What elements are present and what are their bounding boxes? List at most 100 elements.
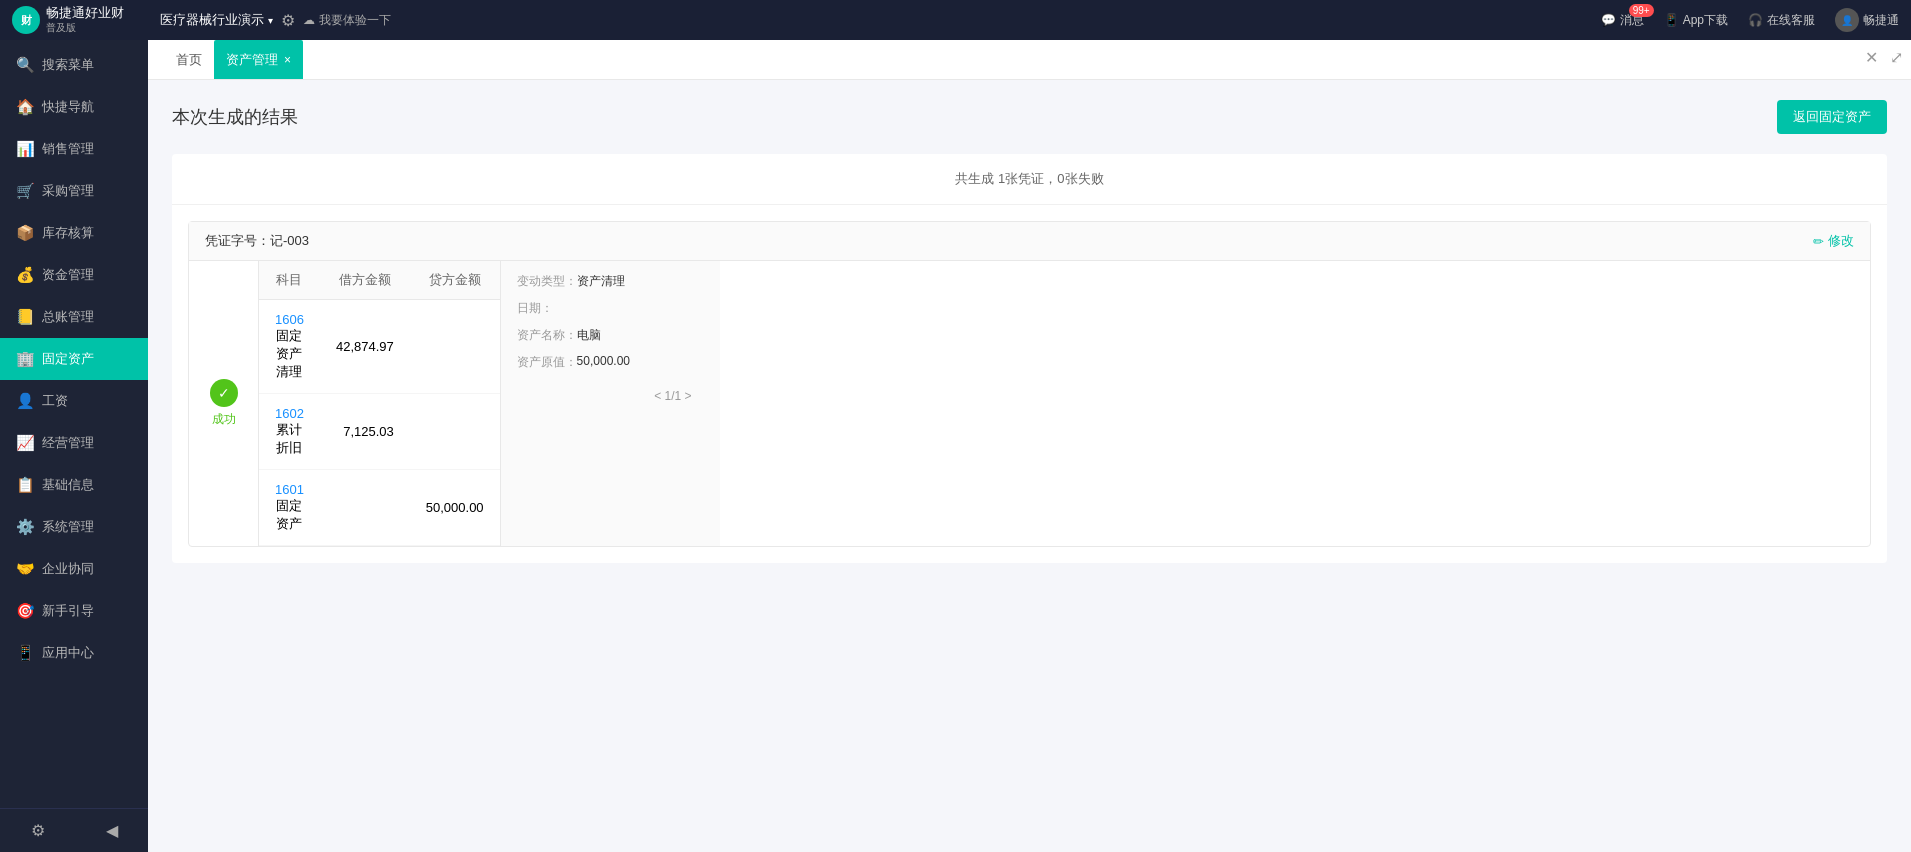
account-code-1[interactable]: 1602 bbox=[275, 406, 304, 421]
sidebar-item-inventory[interactable]: 📦 库存核算 bbox=[0, 212, 148, 254]
sidebar-item-label: 销售管理 bbox=[42, 140, 94, 158]
col-debit: 借方金额 bbox=[320, 261, 410, 300]
header-right: 💬 消息 99+ 📱 App下载 🎧 在线客服 👤 畅捷通 bbox=[1601, 8, 1899, 32]
sidebar-item-label: 快捷导航 bbox=[42, 98, 94, 116]
messages-button[interactable]: 💬 消息 99+ bbox=[1601, 12, 1644, 29]
content-area: 首页 资产管理 × ✕ ⤢ 本次生成的结果 返回固定资产 共生成 1张凭证，0张… bbox=[148, 40, 1911, 852]
sidebar-item-basic-info[interactable]: 📋 基础信息 bbox=[0, 464, 148, 506]
sidebar-item-purchase[interactable]: 🛒 采购管理 bbox=[0, 170, 148, 212]
sidebar-item-label: 经营管理 bbox=[42, 434, 94, 452]
building-icon: 🏢 bbox=[16, 350, 34, 368]
logo-name: 畅捷通好业财 bbox=[46, 5, 124, 21]
apps-icon: 📱 bbox=[16, 644, 34, 662]
asset-value-row: 资产原值： 50,000.00 bbox=[517, 354, 704, 371]
success-icon: ✓ bbox=[210, 379, 238, 407]
avatar: 👤 bbox=[1835, 8, 1859, 32]
page-header: 本次生成的结果 返回固定资产 bbox=[172, 100, 1887, 134]
tab-asset-management[interactable]: 资产管理 × bbox=[214, 40, 303, 79]
sidebar-item-payroll[interactable]: 👤 工资 bbox=[0, 380, 148, 422]
search-icon: 🔍 bbox=[16, 56, 34, 74]
logo-area: 财 畅捷通好业财 普及版 bbox=[12, 5, 160, 35]
cloud-icon: ☁ bbox=[303, 13, 315, 27]
change-type-label: 变动类型： bbox=[517, 273, 577, 290]
sidebar-item-system[interactable]: ⚙️ 系统管理 bbox=[0, 506, 148, 548]
system-icon: ⚙️ bbox=[16, 518, 34, 536]
asset-value-label: 资产原值： bbox=[517, 354, 577, 371]
online-service-button[interactable]: 🎧 在线客服 bbox=[1748, 12, 1815, 29]
sidebar-item-label: 企业协同 bbox=[42, 560, 94, 578]
home-icon: 🏠 bbox=[16, 98, 34, 116]
account-cell: 1606 固定资产清理 bbox=[259, 300, 320, 394]
sidebar-item-label: 固定资产 bbox=[42, 350, 94, 368]
page-content: ✕ ⤢ 本次生成的结果 返回固定资产 共生成 1张凭证，0张失败 凭证字号：记-… bbox=[148, 80, 1911, 852]
cart-icon: 🛒 bbox=[16, 182, 34, 200]
app-download-button[interactable]: 📱 App下载 bbox=[1664, 12, 1728, 29]
change-type-row: 变动类型： 资产清理 bbox=[517, 273, 704, 290]
sidebar-item-finance[interactable]: 💰 资金管理 bbox=[0, 254, 148, 296]
sidebar-item-fixed-assets[interactable]: 🏢 固定资产 bbox=[0, 338, 148, 380]
handshake-icon: 🤝 bbox=[16, 560, 34, 578]
col-credit: 贷方金额 bbox=[410, 261, 500, 300]
date-row: 日期： bbox=[517, 300, 704, 317]
sidebar-item-sales[interactable]: 📊 销售管理 bbox=[0, 128, 148, 170]
table-row: 1601 固定资产 50,000.00 bbox=[259, 470, 500, 546]
result-panel: 共生成 1张凭证，0张失败 凭证字号：记-003 ✏ 修改 bbox=[172, 154, 1887, 563]
voucher-edit-button[interactable]: ✏ 修改 bbox=[1813, 232, 1854, 250]
return-button[interactable]: 返回固定资产 bbox=[1777, 100, 1887, 134]
sidebar-item-label: 应用中心 bbox=[42, 644, 94, 662]
user-menu[interactable]: 👤 畅捷通 bbox=[1835, 8, 1899, 32]
debit-cell-2 bbox=[320, 470, 410, 546]
sidebar-item-beginner[interactable]: 🎯 新手引导 bbox=[0, 590, 148, 632]
sidebar-item-label: 工资 bbox=[42, 392, 68, 410]
account-name-1: 累计折旧 bbox=[276, 422, 302, 455]
logo-icon: 财 bbox=[12, 6, 40, 34]
tab-close-icon[interactable]: × bbox=[284, 54, 291, 66]
voucher-header: 凭证字号：记-003 ✏ 修改 bbox=[189, 222, 1870, 261]
sidebar-nav: 🔍 搜索菜单 🏠 快捷导航 📊 销售管理 🛒 采购管理 📦 库存核算 💰 bbox=[0, 40, 148, 808]
change-type-value: 资产清理 bbox=[577, 273, 625, 290]
result-summary: 共生成 1张凭证，0张失败 bbox=[172, 154, 1887, 205]
logo-sub: 普及版 bbox=[46, 21, 124, 35]
settings-icon[interactable]: ⚙ bbox=[281, 11, 295, 30]
account-code-2[interactable]: 1601 bbox=[275, 482, 304, 497]
headset-icon: 🎧 bbox=[1748, 13, 1763, 27]
sidebar-item-label: 库存核算 bbox=[42, 224, 94, 242]
company-selector[interactable]: 医疗器械行业演示 ▾ bbox=[160, 11, 273, 29]
credit-cell-2: 50,000.00 bbox=[410, 470, 500, 546]
box-icon: 📦 bbox=[16, 224, 34, 242]
sidebar-item-enterprise[interactable]: 🤝 企业协同 bbox=[0, 548, 148, 590]
sidebar-item-operations[interactable]: 📈 经营管理 bbox=[0, 422, 148, 464]
pagination[interactable]: < 1/1 > bbox=[517, 381, 704, 411]
sidebar-item-search[interactable]: 🔍 搜索菜单 bbox=[0, 44, 148, 86]
voucher-table: 科目 借方金额 贷方金额 1606 bbox=[259, 261, 500, 546]
list-icon: 📋 bbox=[16, 476, 34, 494]
person-icon: 👤 bbox=[16, 392, 34, 410]
edit-icon: ✏ bbox=[1813, 234, 1824, 249]
sidebar-item-label: 采购管理 bbox=[42, 182, 94, 200]
asset-name-row: 资产名称： 电脑 bbox=[517, 327, 704, 344]
experience-button[interactable]: ☁ 我要体验一下 bbox=[303, 12, 391, 29]
date-label: 日期： bbox=[517, 300, 577, 317]
sidebar-item-label: 系统管理 bbox=[42, 518, 94, 536]
voucher-section: 凭证字号：记-003 ✏ 修改 ✓ bbox=[188, 221, 1871, 547]
sidebar-item-label: 搜索菜单 bbox=[42, 56, 94, 74]
sidebar-collapse-button[interactable]: ◀ bbox=[102, 817, 122, 844]
account-code-0[interactable]: 1606 bbox=[275, 312, 304, 327]
sidebar-item-ledger[interactable]: 📒 总账管理 bbox=[0, 296, 148, 338]
asset-name-value: 电脑 bbox=[577, 327, 601, 344]
header-middle: 医疗器械行业演示 ▾ ⚙ ☁ 我要体验一下 bbox=[160, 11, 1601, 30]
page-title: 本次生成的结果 bbox=[172, 105, 298, 129]
table-row: 1606 固定资产清理 42,874.97 bbox=[259, 300, 500, 394]
table-row: 1602 累计折旧 7,125.03 bbox=[259, 394, 500, 470]
sidebar-item-quick-nav[interactable]: 🏠 快捷导航 bbox=[0, 86, 148, 128]
credit-cell-1 bbox=[410, 394, 500, 470]
col-account: 科目 bbox=[259, 261, 320, 300]
chart-icon: 📊 bbox=[16, 140, 34, 158]
account-name-0: 固定资产清理 bbox=[276, 328, 302, 379]
company-name: 医疗器械行业演示 bbox=[160, 11, 264, 29]
sidebar-bottom: ⚙ ◀ bbox=[0, 808, 148, 852]
tab-home[interactable]: 首页 bbox=[164, 40, 214, 79]
sidebar-item-app-center[interactable]: 📱 应用中心 bbox=[0, 632, 148, 674]
account-cell: 1601 固定资产 bbox=[259, 470, 320, 546]
sidebar-settings-button[interactable]: ⚙ bbox=[27, 817, 49, 844]
